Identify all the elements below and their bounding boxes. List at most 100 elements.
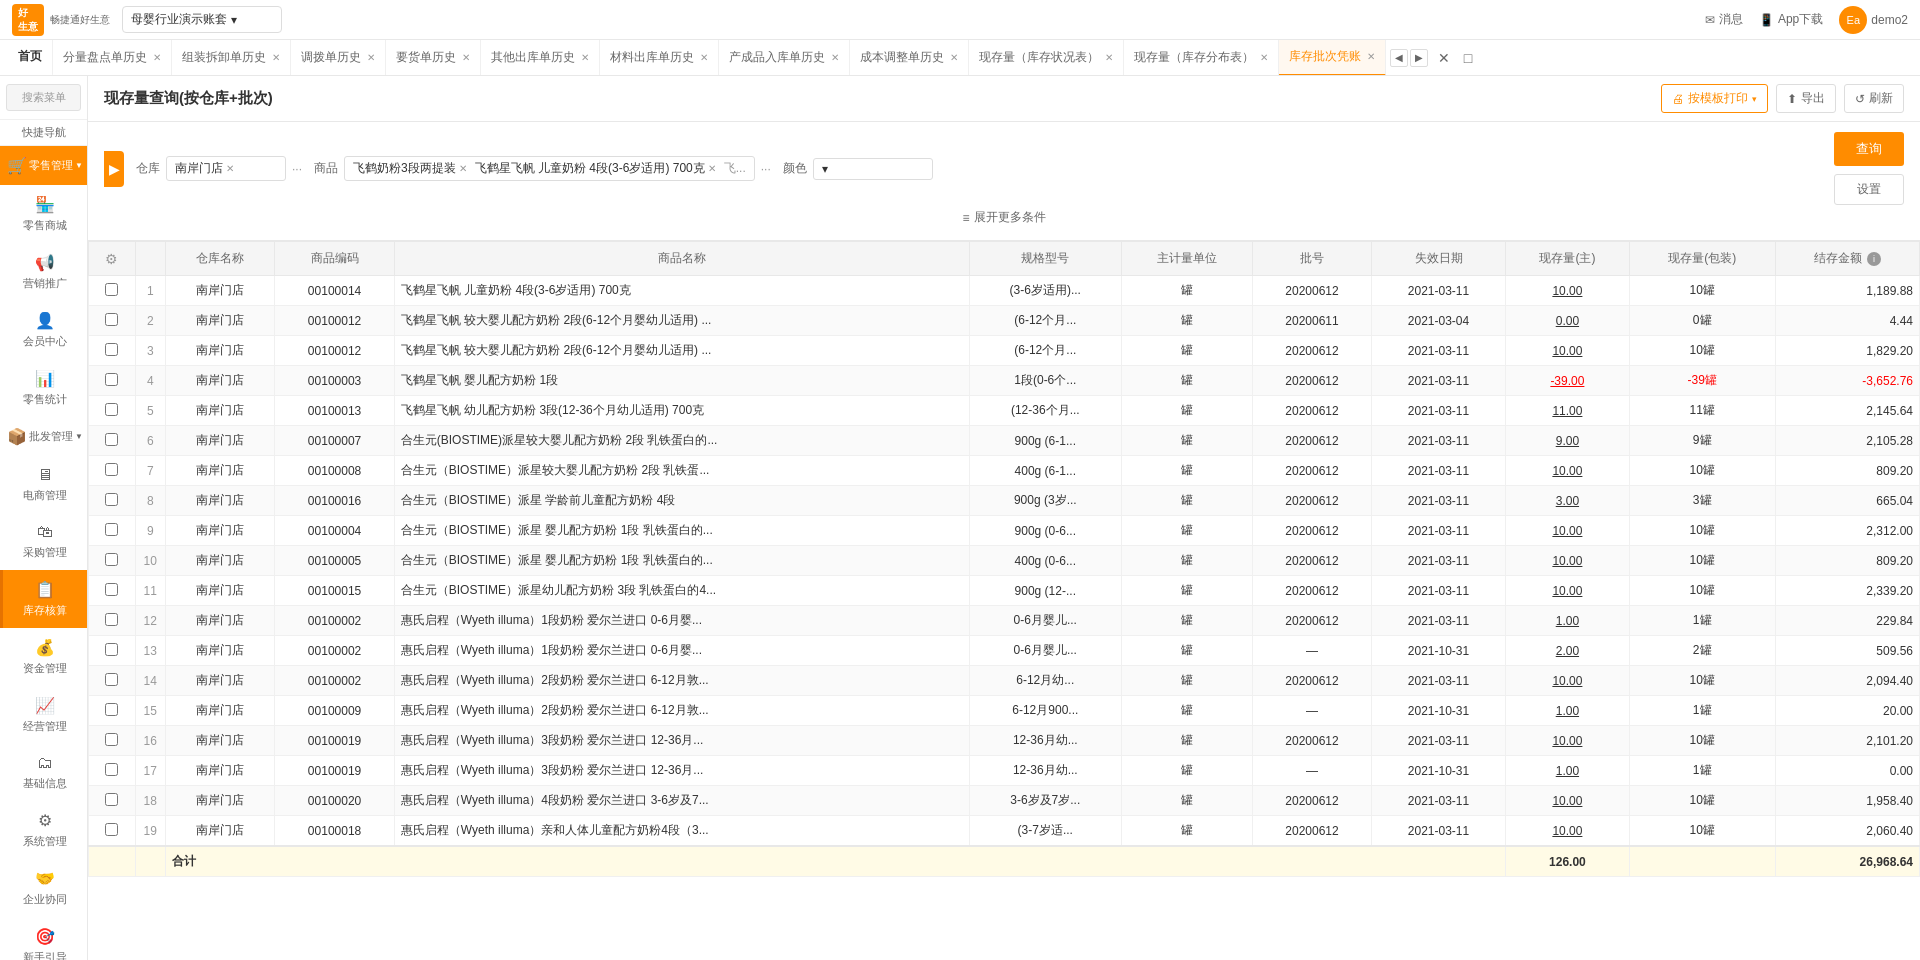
row-checkbox[interactable] [89, 726, 136, 756]
row-checkbox[interactable] [89, 666, 136, 696]
tab-other-out-close[interactable]: ✕ [581, 52, 589, 63]
row-checkbox[interactable] [89, 336, 136, 366]
th-settings[interactable]: ⚙ [89, 242, 136, 276]
tab-requisition-close[interactable]: ✕ [462, 52, 470, 63]
sidebar-item-ecommerce[interactable]: 🖥 电商管理 [0, 456, 87, 513]
row-qty-main[interactable]: 10.00 [1505, 456, 1629, 486]
tab-material-out[interactable]: 材料出库单历史 ✕ [600, 40, 719, 76]
row-qty-main[interactable]: 10.00 [1505, 666, 1629, 696]
nav-maximize-btn[interactable]: □ [1456, 46, 1480, 70]
row-qty-main[interactable]: 0.00 [1505, 306, 1629, 336]
tab-product-in-close[interactable]: ✕ [831, 52, 839, 63]
row-qty-main[interactable]: -39.00 [1505, 366, 1629, 396]
warehouse-selector[interactable]: 母婴行业演示账套 ▾ [122, 6, 282, 33]
export-btn[interactable]: ⬆ 导出 [1776, 84, 1836, 113]
row-qty-main[interactable]: 1.00 [1505, 606, 1629, 636]
sidebar-item-marketing[interactable]: 📢 营销推广 [0, 243, 87, 301]
tab-transfer[interactable]: 调拨单历史 ✕ [291, 40, 386, 76]
row-qty-main[interactable]: 10.00 [1505, 576, 1629, 606]
color-filter-select[interactable]: ▾ [813, 158, 933, 180]
sidebar-item-business[interactable]: 📈 经营管理 [0, 686, 87, 744]
row-qty-main[interactable]: 10.00 [1505, 276, 1629, 306]
row-checkbox[interactable] [89, 636, 136, 666]
row-select-checkbox[interactable] [105, 823, 118, 836]
print-btn[interactable]: 🖨 按模板打印 ▾ [1661, 84, 1768, 113]
row-qty-main[interactable]: 1.00 [1505, 756, 1629, 786]
filter-expand-orange-btn[interactable]: ▶ [104, 151, 124, 187]
row-checkbox[interactable] [89, 576, 136, 606]
product-tag-1-remove[interactable]: ✕ [459, 163, 467, 174]
tab-other-out[interactable]: 其他出库单历史 ✕ [481, 40, 600, 76]
balance-info-icon[interactable]: i [1867, 252, 1881, 266]
tab-batch-voucher[interactable]: 库存批次凭账 ✕ [1279, 40, 1386, 76]
product-filter-more[interactable]: ··· [761, 162, 771, 176]
row-qty-main[interactable]: 10.00 [1505, 516, 1629, 546]
sidebar-item-retail-stats[interactable]: 📊 零售统计 [0, 359, 87, 417]
row-select-checkbox[interactable] [105, 643, 118, 656]
row-select-checkbox[interactable] [105, 343, 118, 356]
row-select-checkbox[interactable] [105, 793, 118, 806]
row-qty-main[interactable]: 10.00 [1505, 816, 1629, 847]
row-qty-main[interactable]: 10.00 [1505, 726, 1629, 756]
row-qty-main[interactable]: 9.00 [1505, 426, 1629, 456]
row-qty-main[interactable]: 1.00 [1505, 696, 1629, 726]
nav-close-all-btn[interactable]: ✕ [1432, 46, 1456, 70]
row-checkbox[interactable] [89, 786, 136, 816]
row-select-checkbox[interactable] [105, 673, 118, 686]
row-select-checkbox[interactable] [105, 613, 118, 626]
row-select-checkbox[interactable] [105, 733, 118, 746]
tab-inventory-dist-close[interactable]: ✕ [1260, 52, 1268, 63]
tab-disassembly[interactable]: 组装拆卸单历史 ✕ [172, 40, 291, 76]
product-tag-2-remove[interactable]: ✕ [708, 163, 716, 174]
tab-home[interactable]: 首页 [8, 40, 53, 76]
set-btn[interactable]: 设置 [1834, 174, 1904, 205]
sidebar-item-finance[interactable]: 💰 资金管理 [0, 628, 87, 686]
sidebar-item-member-center[interactable]: 👤 会员中心 [0, 301, 87, 359]
row-qty-main[interactable]: 2.00 [1505, 636, 1629, 666]
tab-split-inventory-close[interactable]: ✕ [153, 52, 161, 63]
row-checkbox[interactable] [89, 306, 136, 336]
tab-cost-adjust[interactable]: 成本调整单历史 ✕ [850, 40, 969, 76]
row-select-checkbox[interactable] [105, 373, 118, 386]
expand-more-btn[interactable]: ≡ 展开更多条件 [962, 209, 1045, 226]
tab-inventory-dist[interactable]: 现存量（库存分布表） ✕ [1124, 40, 1279, 76]
quick-nav-btn[interactable]: 快捷导航 [0, 120, 87, 146]
sidebar-item-wholesale-mgmt[interactable]: 📦 批发管理 ▼ [0, 417, 87, 456]
row-select-checkbox[interactable] [105, 403, 118, 416]
tab-split-inventory[interactable]: 分量盘点单历史 ✕ [53, 40, 172, 76]
row-select-checkbox[interactable] [105, 283, 118, 296]
tab-cost-adjust-close[interactable]: ✕ [950, 52, 958, 63]
row-qty-main[interactable]: 3.00 [1505, 486, 1629, 516]
row-qty-main[interactable]: 11.00 [1505, 396, 1629, 426]
refresh-btn[interactable]: ↺ 刷新 [1844, 84, 1904, 113]
row-select-checkbox[interactable] [105, 463, 118, 476]
row-checkbox[interactable] [89, 756, 136, 786]
row-checkbox[interactable] [89, 606, 136, 636]
sidebar-item-enterprise[interactable]: 🤝 企业协同 [0, 859, 87, 917]
app-download-btn[interactable]: 📱 App下载 [1759, 11, 1823, 28]
row-qty-main[interactable]: 10.00 [1505, 336, 1629, 366]
row-qty-main[interactable]: 10.00 [1505, 786, 1629, 816]
sidebar-item-new-guide[interactable]: 🎯 新手引导 [0, 917, 87, 960]
row-checkbox[interactable] [89, 816, 136, 847]
row-checkbox[interactable] [89, 456, 136, 486]
sidebar-item-sys-mgmt[interactable]: ⚙ 系统管理 [0, 801, 87, 859]
tab-product-in[interactable]: 产成品入库单历史 ✕ [719, 40, 850, 76]
row-select-checkbox[interactable] [105, 523, 118, 536]
row-checkbox[interactable] [89, 396, 136, 426]
row-select-checkbox[interactable] [105, 313, 118, 326]
row-select-checkbox[interactable] [105, 493, 118, 506]
sidebar-item-retail-mgmt[interactable]: 🛒 零售管理 ▼ [0, 146, 87, 185]
nav-prev-btn[interactable]: ◀ [1390, 49, 1408, 67]
query-btn[interactable]: 查询 [1834, 132, 1904, 166]
sidebar-item-inventory[interactable]: 📋 库存核算 [0, 570, 87, 628]
search-menu-btn[interactable]: 搜索菜单 [6, 84, 81, 111]
product-tag-container[interactable]: 飞鹤奶粉3段两提装 ✕ 飞鹤星飞帆 儿童奶粉 4段(3-6岁适用) 700克 ✕… [344, 156, 755, 181]
tab-inventory-status[interactable]: 现存量（库存状况表） ✕ [969, 40, 1124, 76]
row-select-checkbox[interactable] [105, 433, 118, 446]
tab-requisition[interactable]: 要货单历史 ✕ [386, 40, 481, 76]
tab-batch-voucher-close[interactable]: ✕ [1367, 51, 1375, 62]
sidebar-item-purchase-mgmt[interactable]: 🛍 采购管理 [0, 513, 87, 570]
warehouse-tag-container[interactable]: 南岸门店 ✕ [166, 156, 286, 181]
sidebar-item-retail-shop[interactable]: 🏪 零售商城 [0, 185, 87, 243]
